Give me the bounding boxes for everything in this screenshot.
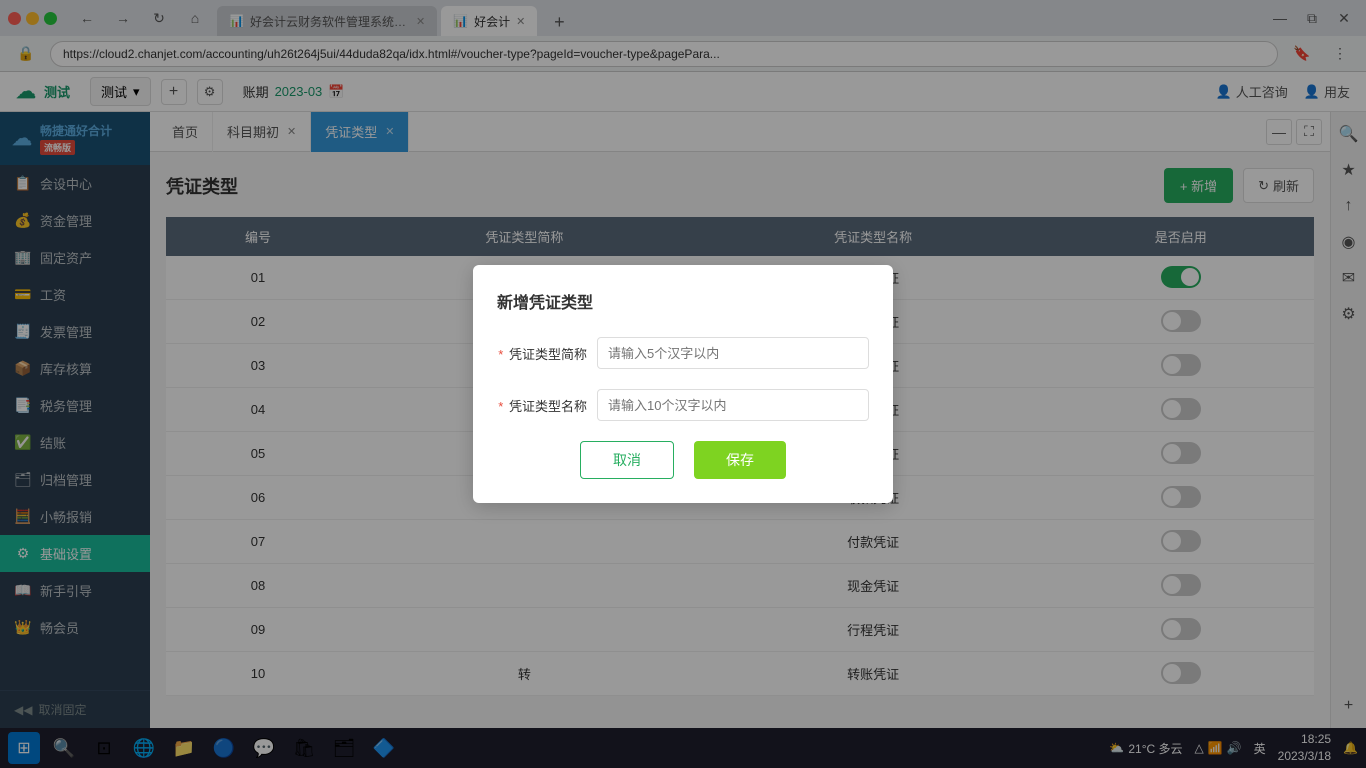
abbr-form-row: * 凭证类型简称 [497, 337, 869, 369]
new-voucher-type-dialog: 新增凭证类型 * 凭证类型简称 * 凭证类型名称 取消 保存 [473, 265, 893, 503]
dialog-footer: 取消 保存 [497, 441, 869, 479]
name-label: * 凭证类型名称 [497, 396, 597, 415]
name-input[interactable] [597, 389, 869, 421]
abbr-label: * 凭证类型简称 [497, 344, 597, 363]
abbr-input[interactable] [597, 337, 869, 369]
cancel-btn[interactable]: 取消 [580, 441, 674, 479]
name-form-row: * 凭证类型名称 [497, 389, 869, 421]
dialog-title: 新增凭证类型 [497, 289, 869, 313]
dialog-overlay: 新增凭证类型 * 凭证类型简称 * 凭证类型名称 取消 保存 [0, 0, 1366, 768]
save-btn[interactable]: 保存 [694, 441, 786, 479]
